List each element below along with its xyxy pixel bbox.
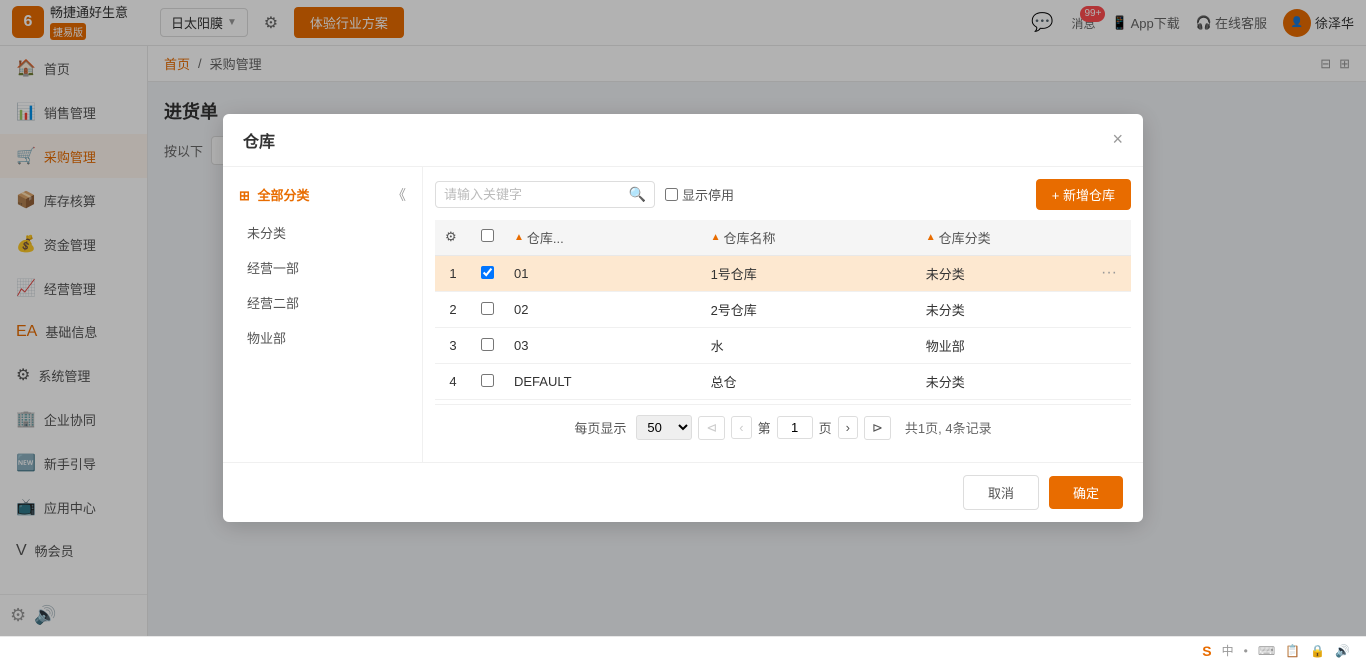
th-checkbox [471,220,504,256]
row-num: 2 [435,292,471,328]
row-name: 水 [701,328,916,364]
status-zh-icon: 中 [1222,642,1234,659]
row-category: 未分类 [916,292,1131,328]
table-row[interactable]: 2 02 2号仓库 未分类 [435,292,1131,328]
page-label: 第 [758,418,771,437]
row-category: 物业部 [916,328,1131,364]
select-all-checkbox[interactable] [481,229,494,242]
prev-page-button[interactable]: ‹ [731,416,751,439]
dialog-title: 仓库 [243,128,275,152]
th-gear: ⚙ [435,220,471,256]
row-name: 2号仓库 [701,292,916,328]
cat-item-unclassified[interactable]: 未分类 [223,215,422,250]
table-row[interactable]: 1 01 1号仓库 未分类 ··· [435,255,1131,292]
row-checkbox[interactable] [481,338,494,351]
dialog-footer: 取消 确定 [223,462,1143,522]
row-code: 01 [504,255,701,292]
last-page-button[interactable]: ⊳ [864,416,891,440]
th-name: ▲ 仓库名称 [701,220,916,256]
per-page-select[interactable]: 50 10 20 100 [636,415,692,440]
show-disabled-checkbox[interactable] [665,188,678,201]
table-head: ⚙ ▲ 仓库... ▲ [435,220,1131,256]
status-dot-icon: • [1244,644,1248,658]
row-code: 03 [504,328,701,364]
grid-icon: ⊞ [239,188,250,203]
row-checkbox-cell [471,292,504,328]
row-num: 3 [435,328,471,364]
table-row[interactable]: 3 03 水 物业部 [435,328,1131,364]
row-checkbox[interactable] [481,266,494,279]
status-lock-icon: 🔒 [1310,644,1325,658]
collapse-button[interactable]: 《 [392,185,406,205]
status-clipboard-icon: 📋 [1285,644,1300,658]
show-disabled-label[interactable]: 显示停用 [665,185,734,204]
row-code: DEFAULT [504,364,701,400]
table-body: 1 01 1号仓库 未分类 ··· 2 02 2号仓库 未分类 3 [435,255,1131,400]
row-checkbox-cell [471,255,504,292]
pagination-bar: 每页显示 50 10 20 100 ⊲ ‹ 第 页 › ⊳ 共1页, 4条记录 [435,404,1131,450]
first-page-button[interactable]: ⊲ [698,416,725,440]
modal-overlay: 仓库 × ⊞ 全部分类 《 未分类 经营一部 经营二部 物业部 [0,0,1366,636]
th-category: ▲ 仓库分类 [916,220,1131,256]
confirm-button[interactable]: 确定 [1049,476,1123,509]
category-header: ⊞ 全部分类 《 [223,179,422,215]
cat-item-operations2[interactable]: 经营二部 [223,285,422,320]
search-box: 🔍 [435,181,655,208]
search-icon: 🔍 [629,186,646,203]
gear-th-icon: ⚙ [445,229,457,244]
dialog-header: 仓库 × [223,114,1143,167]
row-name: 总仓 [701,364,916,400]
table-panel: 🔍 显示停用 + 新增仓库 [423,167,1143,463]
category-panel: ⊞ 全部分类 《 未分类 经营一部 经营二部 物业部 [223,167,423,463]
th-code: ▲ 仓库... [504,220,701,256]
row-more-button[interactable]: ··· [1097,264,1121,282]
row-category: 未分类 [916,364,1131,400]
row-category: 未分类 ··· [916,256,1131,292]
warehouse-dialog: 仓库 × ⊞ 全部分类 《 未分类 经营一部 经营二部 物业部 [223,114,1143,523]
dialog-close-button[interactable]: × [1112,129,1123,150]
row-code: 02 [504,292,701,328]
row-checkbox[interactable] [481,302,494,315]
row-checkbox-cell [471,328,504,364]
warehouse-table: ⚙ ▲ 仓库... ▲ [435,220,1131,401]
total-info: 共1页, 4条记录 [905,418,992,437]
per-page-label: 每页显示 [574,418,626,437]
sort-name-icon: ▲ [711,232,721,243]
table-container: ⚙ ▲ 仓库... ▲ [435,220,1131,401]
row-name: 1号仓库 [701,255,916,292]
cancel-button[interactable]: 取消 [963,475,1039,510]
status-bar: S 中 • ⌨ 📋 🔒 🔊 [0,636,1366,664]
cat-item-property[interactable]: 物业部 [223,320,422,355]
search-input[interactable] [444,187,629,202]
status-volume-icon: 🔊 [1335,644,1350,658]
dialog-body: ⊞ 全部分类 《 未分类 经营一部 经营二部 物业部 🔍 [223,167,1143,463]
category-all-label[interactable]: 全部分类 [258,188,310,203]
row-num: 4 [435,364,471,400]
sort-icon: ▲ [514,232,524,243]
row-checkbox-cell [471,364,504,400]
cat-item-operations1[interactable]: 经营一部 [223,250,422,285]
status-keyboard-icon: ⌨ [1258,644,1275,658]
status-s-icon: S [1202,643,1211,659]
next-page-button[interactable]: › [838,416,858,439]
add-warehouse-button[interactable]: + 新增仓库 [1036,179,1131,210]
page-number-input[interactable] [777,416,813,439]
sort-cat-icon: ▲ [926,232,936,243]
table-toolbar: 🔍 显示停用 + 新增仓库 [435,179,1131,210]
row-num: 1 [435,255,471,292]
table-row[interactable]: 4 DEFAULT 总仓 未分类 [435,364,1131,400]
row-checkbox[interactable] [481,374,494,387]
page-unit: 页 [819,418,832,437]
